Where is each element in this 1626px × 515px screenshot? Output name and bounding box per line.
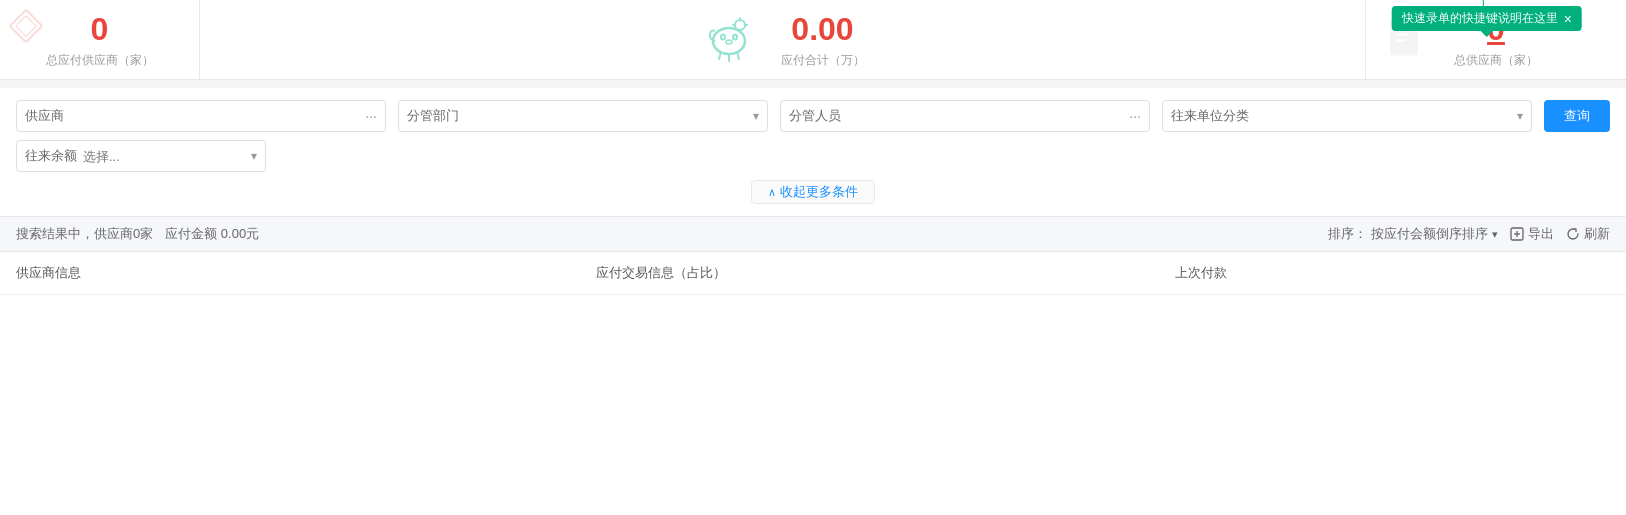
refresh-label: 刷新: [1584, 225, 1610, 243]
collapse-button[interactable]: ∧ 收起更多条件: [751, 180, 875, 204]
filter-area: 供应商 ··· 分管部门 ▾ 分管人员 ··· 往来单位分类 ▾ 查询 往来余额: [0, 88, 1626, 217]
balance-filter[interactable]: 往来余额 ▾: [16, 140, 266, 172]
collapse-label: 收起更多条件: [780, 183, 858, 201]
svg-point-3: [721, 35, 725, 40]
col-last-payment-label: 上次付款: [1175, 265, 1227, 280]
table-header: 供应商信息 应付交易信息（占比） 上次付款: [0, 252, 1626, 295]
col-last-payment: 上次付款: [1175, 264, 1610, 282]
svg-point-5: [726, 40, 732, 44]
sort-select[interactable]: 排序： 按应付会额倒序排序 ▾: [1328, 225, 1498, 243]
table-body: [0, 295, 1626, 515]
sort-chevron-icon: ▾: [1492, 228, 1498, 241]
unit-class-label: 往来单位分类: [1171, 107, 1249, 125]
svg-point-4: [733, 35, 737, 40]
svg-rect-0: [10, 10, 42, 42]
payable-count-label: 总应付供应商（家）: [46, 52, 154, 69]
result-text: 搜索结果中，供应商0家: [16, 225, 153, 243]
collapse-chevron-icon: ∧: [768, 186, 776, 199]
supplier-label: 供应商: [25, 107, 64, 125]
col-trade-info-label: 应付交易信息（占比）: [596, 265, 726, 280]
department-chevron-icon[interactable]: ▾: [753, 109, 759, 123]
supplier-input[interactable]: [70, 109, 365, 124]
col-supplier-info-label: 供应商信息: [16, 265, 81, 280]
refresh-button[interactable]: 刷新: [1566, 225, 1610, 243]
payable-count-number: 0: [91, 10, 109, 48]
export-button[interactable]: 导出: [1510, 225, 1554, 243]
manager-input[interactable]: [847, 109, 1129, 124]
result-actions: 排序： 按应付会额倒序排序 ▾ 导出 刷新: [1328, 225, 1610, 243]
manager-filter[interactable]: 分管人员 ···: [780, 100, 1150, 132]
filter-row-1: 供应商 ··· 分管部门 ▾ 分管人员 ··· 往来单位分类 ▾ 查询: [16, 100, 1610, 132]
col-trade-info: 应付交易信息（占比）: [596, 264, 1176, 282]
unit-class-input[interactable]: [1255, 109, 1517, 124]
sort-label: 排序：: [1328, 225, 1367, 243]
svg-rect-14: [1396, 39, 1406, 41]
col-supplier-info: 供应商信息: [16, 264, 596, 282]
export-icon: [1510, 227, 1524, 241]
supplier-count-stat: 0 总供应商（家） 快速录单的快捷键说明在这里 ×: [1366, 0, 1626, 79]
manager-label: 分管人员: [789, 107, 841, 125]
sort-value: 按应付会额倒序排序: [1371, 225, 1488, 243]
unit-class-chevron-icon[interactable]: ▾: [1517, 109, 1523, 123]
tooltip-bubble: 快速录单的快捷键说明在这里 ×: [1392, 6, 1582, 31]
supplier-count-label: 总供应商（家）: [1454, 52, 1538, 69]
stats-bar: 0 总应付供应商（家）: [0, 0, 1626, 80]
supplier-dots[interactable]: ···: [365, 108, 377, 124]
svg-rect-1: [16, 16, 37, 37]
supplier-filter[interactable]: 供应商 ···: [16, 100, 386, 132]
refresh-icon: [1566, 227, 1580, 241]
diamond-icon: [8, 8, 44, 44]
payable-count-stat: 0 总应付供应商（家）: [0, 0, 200, 79]
payable-sum-label: 应付合计（万）: [781, 52, 865, 69]
unit-class-filter[interactable]: 往来单位分类 ▾: [1162, 100, 1532, 132]
export-label: 导出: [1528, 225, 1554, 243]
result-amount: 应付金额 0.00元: [165, 225, 259, 243]
payable-sum-stat: 0.00 应付合计（万）: [200, 0, 1366, 79]
svg-point-6: [735, 20, 745, 30]
tooltip-close-button[interactable]: ×: [1564, 12, 1572, 26]
svg-rect-13: [1396, 33, 1408, 35]
department-filter[interactable]: 分管部门 ▾: [398, 100, 768, 132]
tooltip-text: 快速录单的快捷键说明在这里: [1402, 10, 1558, 27]
pig-icon: [701, 11, 757, 67]
department-label: 分管部门: [407, 107, 459, 125]
result-summary: 搜索结果中，供应商0家 应付金额 0.00元: [16, 225, 259, 243]
balance-chevron-icon[interactable]: ▾: [251, 149, 257, 163]
department-input[interactable]: [465, 109, 753, 124]
manager-dots[interactable]: ···: [1129, 108, 1141, 124]
result-bar: 搜索结果中，供应商0家 应付金额 0.00元 排序： 按应付会额倒序排序 ▾ 导…: [0, 217, 1626, 252]
balance-input[interactable]: [83, 149, 251, 164]
query-button[interactable]: 查询: [1544, 100, 1610, 132]
balance-label: 往来余额: [25, 147, 77, 165]
payable-sum-number: 0.00: [791, 10, 853, 48]
filter-row-2: 往来余额 ▾: [16, 140, 1610, 172]
